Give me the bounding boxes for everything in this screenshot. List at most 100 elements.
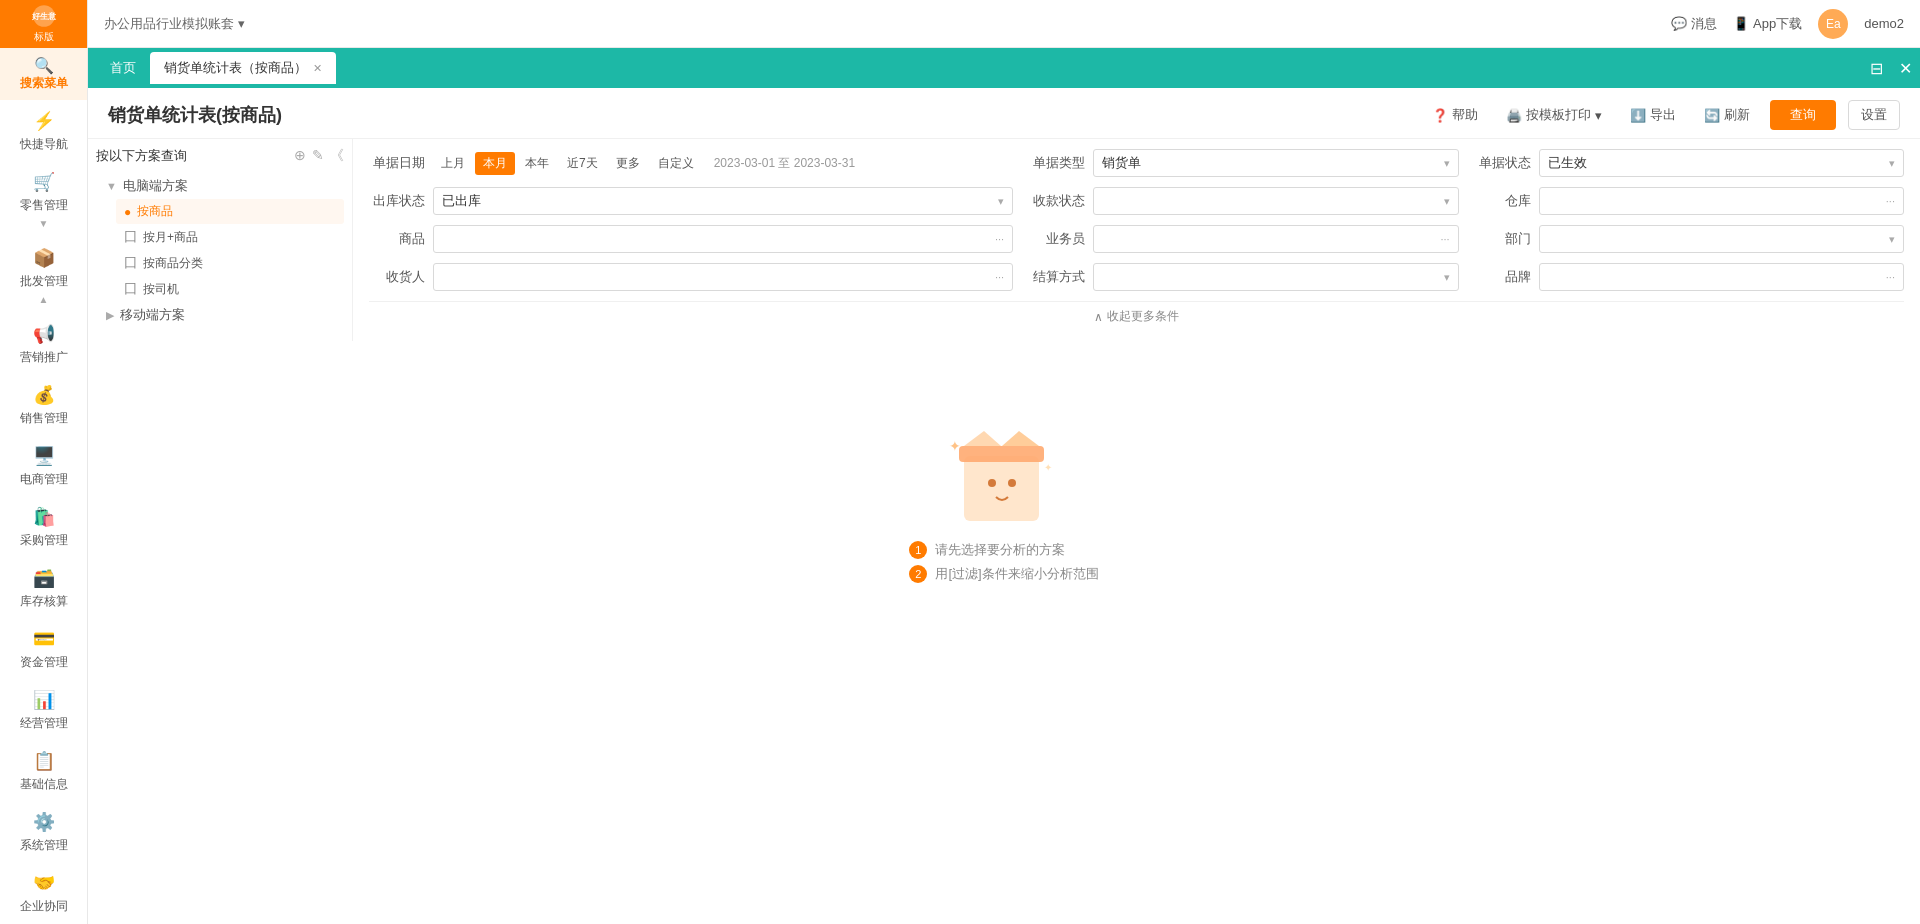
empty-text: 1 请先选择要分析的方案 2 用[过滤]条件来缩小分析范围 bbox=[909, 541, 1098, 589]
sidebar-item-finance[interactable]: 💳 资金管理 bbox=[0, 618, 87, 679]
stock-status-label: 出库状态 bbox=[369, 192, 425, 210]
report-tab-label: 销货单统计表（按商品） bbox=[164, 59, 307, 77]
payment-select[interactable]: ▾ bbox=[1093, 187, 1458, 215]
inventory-icon: 🗃️ bbox=[33, 567, 55, 589]
sidebar-item-sales[interactable]: 💰 销售管理 bbox=[0, 374, 87, 435]
sidebar-item-business[interactable]: 📊 经营管理 bbox=[0, 679, 87, 740]
date-range-label: 2023-03-01 至 2023-03-31 bbox=[714, 155, 855, 172]
brand-label: 品牌 bbox=[1475, 268, 1531, 286]
print-button[interactable]: 🖨️ 按模板打印 ▾ bbox=[1498, 102, 1610, 128]
date-buttons: 上月 本月 本年 近7天 更多 自定义 bbox=[433, 152, 702, 175]
collapse-bar[interactable]: ∧ 收起更多条件 bbox=[369, 301, 1904, 331]
tab-report[interactable]: 销货单统计表（按商品） ✕ bbox=[150, 52, 336, 84]
warehouse-dropdown-icon: ··· bbox=[1886, 195, 1895, 207]
date-area: 上月 本月 本年 近7天 更多 自定义 2023-03-01 至 2023-03… bbox=[433, 152, 1013, 175]
window-minimize-icon[interactable]: ⊟ bbox=[1870, 59, 1883, 78]
filter-row-3: 商品 ··· 业务员 ··· bbox=[369, 225, 1904, 253]
edit-scheme-icon[interactable]: ✎ bbox=[312, 147, 324, 165]
warehouse-select[interactable]: ··· bbox=[1539, 187, 1904, 215]
sidebar-item-ecommerce[interactable]: 🖥️ 电商管理 bbox=[0, 435, 87, 496]
warehouse-label: 仓库 bbox=[1475, 192, 1531, 210]
payment-method-dropdown-icon: ▾ bbox=[1444, 271, 1450, 284]
message-button[interactable]: 💬 消息 bbox=[1671, 15, 1717, 33]
sidebar-item-inventory[interactable]: 🗃️ 库存核算 bbox=[0, 557, 87, 618]
sidebar-item-purchase[interactable]: 🛍️ 采购管理 bbox=[0, 496, 87, 557]
sidebar-item-system[interactable]: ⚙️ 系统管理 bbox=[0, 801, 87, 862]
date-btn-7days[interactable]: 近7天 bbox=[559, 152, 606, 175]
tab-close-icon[interactable]: ✕ bbox=[313, 62, 322, 75]
sidebar-item-marketing[interactable]: 📢 营销推广 bbox=[0, 313, 87, 374]
filter-panel: 单据日期 上月 本月 本年 近7天 更多 自定义 20 bbox=[353, 139, 1920, 341]
query-button[interactable]: 查询 bbox=[1770, 100, 1836, 130]
date-btn-custom[interactable]: 自定义 bbox=[650, 152, 702, 175]
receiver-select[interactable]: ··· bbox=[433, 263, 1013, 291]
filter-salesperson: 业务员 ··· bbox=[1029, 225, 1458, 253]
chevron-down-icon: ▾ bbox=[238, 16, 245, 31]
app-selector[interactable]: 办公用品行业模拟账套 ▾ bbox=[104, 15, 245, 33]
goods-select[interactable]: ··· bbox=[433, 225, 1013, 253]
tabbar: 首页 销货单统计表（按商品） ✕ ⊟ ✕ bbox=[88, 48, 1920, 88]
pc-group-label: 电脑端方案 bbox=[123, 177, 188, 195]
logo-icon: 好生意 bbox=[28, 4, 60, 28]
receiver-label: 收货人 bbox=[369, 268, 425, 286]
scheme-item-by-goods[interactable]: ● 按商品 bbox=[116, 199, 344, 224]
tab-home[interactable]: 首页 bbox=[96, 52, 150, 84]
window-close-icon[interactable]: ✕ bbox=[1899, 59, 1912, 78]
tree-sub-pc: ● 按商品 囗 按月+商品 囗 按商品分类 bbox=[100, 199, 344, 302]
sidebar-item-enterprise[interactable]: 🤝 企业协同 bbox=[0, 862, 87, 923]
scheme-item-by-category[interactable]: 囗 按商品分类 bbox=[116, 250, 344, 276]
payment-method-select[interactable]: ▾ bbox=[1093, 263, 1458, 291]
refresh-icon: 🔄 bbox=[1704, 108, 1720, 123]
download-icon: 📱 bbox=[1733, 16, 1749, 31]
help-button[interactable]: ❓ 帮助 bbox=[1424, 102, 1486, 128]
app-selector-label: 办公用品行业模拟账套 bbox=[104, 15, 234, 33]
retail-icon: 🛒 bbox=[33, 171, 55, 193]
collapse-scheme-icon[interactable]: 《 bbox=[330, 147, 344, 165]
scheme-item-by-month-goods[interactable]: 囗 按月+商品 bbox=[116, 224, 344, 250]
svg-text:好生意: 好生意 bbox=[31, 11, 57, 21]
sidebar-item-quick-nav[interactable]: ⚡ 快捷导航 bbox=[0, 100, 87, 161]
stock-status-select[interactable]: 已出库 ▾ bbox=[433, 187, 1013, 215]
sidebar-item-wholesale[interactable]: 📦 批发管理 ▲ bbox=[0, 237, 87, 313]
filter-brand: 品牌 ··· bbox=[1475, 263, 1904, 291]
svg-text:✦: ✦ bbox=[1044, 462, 1052, 473]
scheme-circle-icon: ● bbox=[124, 205, 131, 219]
date-btn-this-year[interactable]: 本年 bbox=[517, 152, 557, 175]
tree-pc-group[interactable]: ▼ 电脑端方案 bbox=[100, 173, 344, 199]
export-button[interactable]: ⬇️ 导出 bbox=[1622, 102, 1684, 128]
scheme-panel: 按以下方案查询 ⊕ ✎ 《 ▼ 电脑端方案 bbox=[88, 139, 353, 341]
tree-mobile-group[interactable]: ▶ 移动端方案 bbox=[100, 302, 344, 328]
sidebar-item-search[interactable]: 🔍 搜索菜单 bbox=[0, 48, 87, 100]
tree-expand-icon-mobile: ▶ bbox=[106, 309, 114, 322]
empty-num-1: 1 bbox=[909, 541, 927, 559]
dept-select[interactable]: ▾ bbox=[1539, 225, 1904, 253]
filter-stock-status: 出库状态 已出库 ▾ bbox=[369, 187, 1013, 215]
doc-status-select[interactable]: 已生效 ▾ bbox=[1539, 149, 1904, 177]
brand-select[interactable]: ··· bbox=[1539, 263, 1904, 291]
user-avatar[interactable]: Ea bbox=[1818, 9, 1848, 39]
sidebar-item-basic[interactable]: 📋 基础信息 bbox=[0, 740, 87, 801]
username-label: demo2 bbox=[1864, 16, 1904, 31]
app-download-button[interactable]: 📱 App下载 bbox=[1733, 15, 1802, 33]
scheme-sub-icon-3: 囗 bbox=[124, 280, 137, 298]
filter-warehouse: 仓库 ··· bbox=[1475, 187, 1904, 215]
settings-button[interactable]: 设置 bbox=[1848, 100, 1900, 130]
date-btn-more[interactable]: 更多 bbox=[608, 152, 648, 175]
enterprise-icon: 🤝 bbox=[33, 872, 55, 894]
filter-row-2: 出库状态 已出库 ▾ 收款状态 ▾ bbox=[369, 187, 1904, 215]
topbar-right: 💬 消息 📱 App下载 Ea demo2 bbox=[1671, 9, 1904, 39]
filter-row-4: 收货人 ··· 结算方式 ▾ bbox=[369, 263, 1904, 291]
date-btn-last-month[interactable]: 上月 bbox=[433, 152, 473, 175]
main-area: 办公用品行业模拟账套 ▾ 💬 消息 📱 App下载 Ea demo2 首页 销货… bbox=[88, 0, 1920, 924]
add-scheme-icon[interactable]: ⊕ bbox=[294, 147, 306, 165]
filter-goods: 商品 ··· bbox=[369, 225, 1013, 253]
refresh-button[interactable]: 🔄 刷新 bbox=[1696, 102, 1758, 128]
filter-payment-method: 结算方式 ▾ bbox=[1029, 263, 1458, 291]
scheme-item-by-printer[interactable]: 囗 按司机 bbox=[116, 276, 344, 302]
svg-rect-2 bbox=[964, 456, 1039, 521]
salesperson-select[interactable]: ··· bbox=[1093, 225, 1458, 253]
date-btn-this-month[interactable]: 本月 bbox=[475, 152, 515, 175]
doc-type-select[interactable]: 销货单 ▾ bbox=[1093, 149, 1458, 177]
payment-method-label: 结算方式 bbox=[1029, 268, 1085, 286]
sidebar-item-retail[interactable]: 🛒 零售管理 ▼ bbox=[0, 161, 87, 237]
